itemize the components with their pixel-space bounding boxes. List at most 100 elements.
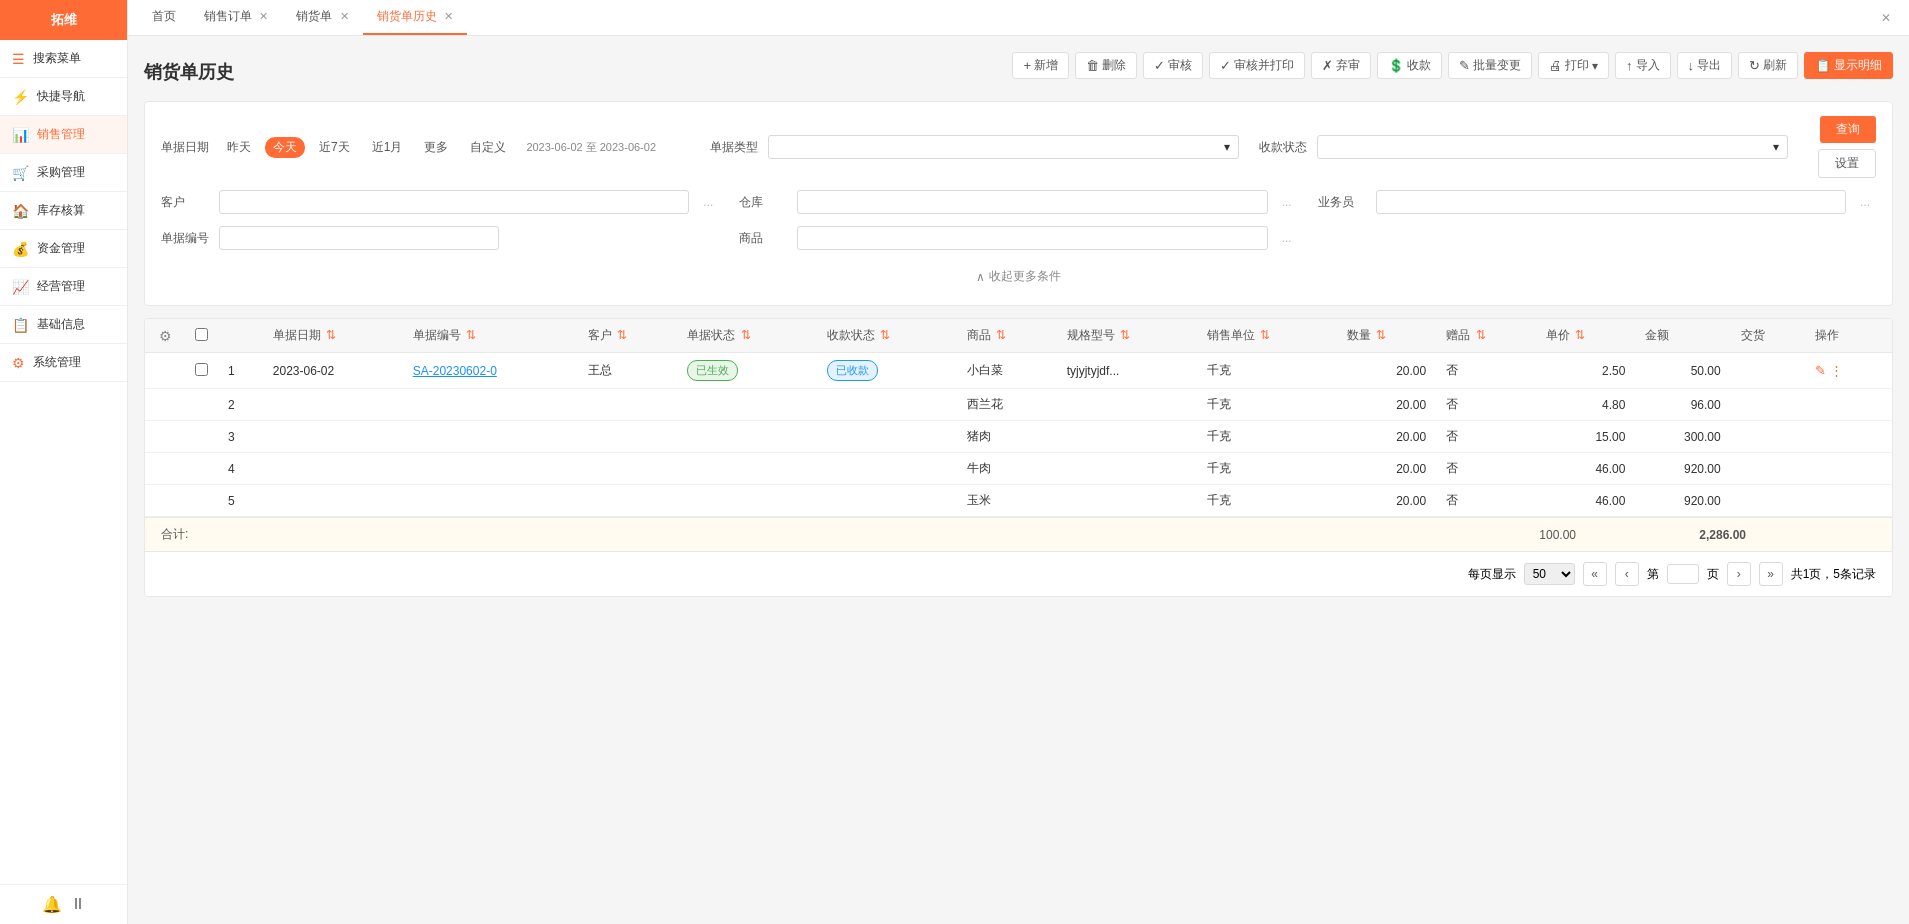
col-goods[interactable]: 商品 ⇅ [957,319,1057,353]
row-doc-date [263,485,403,517]
edit-btn[interactable]: ✎ [1815,363,1826,378]
data-table: ⚙ 单据日期 ⇅ 单据编号 ⇅ [144,318,1893,597]
warehouse-dots[interactable]: ... [1276,193,1298,211]
first-page-button[interactable]: « [1583,562,1607,586]
tab-close-sales-goods[interactable]: ✕ [340,10,349,22]
sort-unit-icon: ⇅ [1260,328,1270,342]
prev-page-button[interactable]: ‹ [1615,562,1639,586]
salesperson-input[interactable] [1376,190,1846,214]
tab-close-sales-order[interactable]: ✕ [259,10,268,22]
row-no: 2 [218,389,263,421]
export-button[interactable]: ↓ 导出 [1677,52,1733,79]
sidebar-item-stock-calc[interactable]: 🏠 库存核算 [0,192,127,230]
next-page-button[interactable]: › [1727,562,1751,586]
row-checkbox[interactable] [185,485,218,517]
row-trade [1731,389,1805,421]
tab-bar: 首页 销售订单 ✕ 销货单 ✕ 销货单历史 ✕ ✕ [128,0,1909,36]
abandon-icon: ✗ [1322,58,1333,73]
audit-button[interactable]: ✓ 审核 [1143,52,1203,79]
col-unit[interactable]: 销售单位 ⇅ [1197,319,1337,353]
sidebar-item-basic-info[interactable]: 📋 基础信息 [0,306,127,344]
row-quantity: 20.00 [1337,485,1437,517]
batch-change-button[interactable]: ✎ 批量变更 [1448,52,1532,79]
sidebar-item-sys-mgmt[interactable]: ⚙ 系统管理 [0,344,127,382]
row-checkbox[interactable] [185,389,218,421]
select-all-checkbox[interactable] [195,328,208,341]
sidebar-item-purchase-mgmt[interactable]: 🛒 采购管理 [0,154,127,192]
abandon-button[interactable]: ✗ 弃审 [1311,52,1371,79]
add-button[interactable]: + 新增 [1012,52,1069,79]
row-checkbox[interactable] [185,453,218,485]
print-button[interactable]: 🖨 打印 ▾ [1538,52,1609,79]
tab-sales-goods[interactable]: 销货单 ✕ [282,0,362,35]
warehouse-input[interactable] [797,190,1267,214]
sidebar-item-label: 搜索菜单 [33,50,81,67]
import-button[interactable]: ↑ 导入 [1615,52,1671,79]
doc-no-link[interactable]: SA-20230602-0 [413,364,497,378]
col-settings[interactable]: ⚙ [145,319,185,353]
col-quantity[interactable]: 数量 ⇅ [1337,319,1437,353]
row-checkbox[interactable] [185,353,218,389]
sidebar-item-fund-mgmt[interactable]: 💰 资金管理 [0,230,127,268]
receive-button[interactable]: 💲 收款 [1377,52,1442,79]
sidebar-item-ops-mgmt[interactable]: 📈 经营管理 [0,268,127,306]
customer-dots[interactable]: ... [697,193,719,211]
tab-close-all[interactable]: ✕ [1873,7,1899,29]
col-doc-date[interactable]: 单据日期 ⇅ [263,319,403,353]
col-unit-price[interactable]: 单价 ⇅ [1536,319,1636,353]
date-more[interactable]: 更多 [416,137,456,158]
search-menu-icon: ☰ [12,51,25,67]
sidebar-item-sales-mgmt[interactable]: 📊 销售管理 [0,116,127,154]
col-doc-status[interactable]: 单据状态 ⇅ [677,319,817,353]
row-checkbox[interactable] [185,421,218,453]
col-gift[interactable]: 赠品 ⇅ [1436,319,1536,353]
row-payment-status [817,453,957,485]
sidebar-item-quick-nav[interactable]: ⚡ 快捷导航 [0,78,127,116]
gear-icon[interactable]: ⚙ [159,328,172,344]
settings-button[interactable]: 设置 [1818,149,1876,178]
tab-home[interactable]: 首页 [138,0,190,35]
table-header-row: ⚙ 单据日期 ⇅ 单据编号 ⇅ [145,319,1892,353]
row-gift: 否 [1436,421,1536,453]
sidebar: 拓维 ☰ 搜索菜单 ⚡ 快捷导航 📊 销售管理 🛒 采购管理 🏠 库存核算 💰 … [0,0,128,924]
goods-dots[interactable]: ... [1276,229,1298,247]
col-customer[interactable]: 客户 ⇅ [578,319,678,353]
page-input[interactable]: 1 [1667,564,1699,584]
date-1month[interactable]: 近1月 [364,137,411,158]
date-custom[interactable]: 自定义 [462,137,514,158]
show-detail-button[interactable]: 📋 显示明细 [1804,52,1893,79]
last-page-button[interactable]: » [1759,562,1783,586]
row-unit: 千克 [1197,353,1337,389]
add-icon: + [1023,58,1031,73]
salesperson-dots[interactable]: ... [1854,193,1876,211]
query-button[interactable]: 查询 [1820,116,1876,143]
tab-close-sales-history[interactable]: ✕ [444,10,453,22]
col-payment-status[interactable]: 收款状态 ⇅ [817,319,957,353]
tab-sales-history[interactable]: 销货单历史 ✕ [363,0,467,35]
customer-input[interactable] [219,190,689,214]
audit-print-button[interactable]: ✓ 审核并打印 [1209,52,1305,79]
notification-icon[interactable]: 🔔 [42,895,62,914]
per-page-select[interactable]: 50 100 200 [1524,563,1575,585]
goods-input[interactable] [797,226,1267,250]
row-unit: 千克 [1197,421,1337,453]
more-btn[interactable]: ⋮ [1830,363,1843,378]
refresh-button[interactable]: ↻ 刷新 [1738,52,1798,79]
collapse-button[interactable]: ∧ 收起更多条件 [161,262,1876,291]
col-spec[interactable]: 规格型号 ⇅ [1057,319,1197,353]
date-yesterday[interactable]: 昨天 [219,137,259,158]
pause-icon[interactable]: ⏸ [70,895,86,914]
date-today[interactable]: 今天 [265,137,305,158]
sidebar-item-search-menu[interactable]: ☰ 搜索菜单 [0,40,127,78]
tab-sales-order[interactable]: 销售订单 ✕ [190,0,282,35]
delete-button[interactable]: 🗑 删除 [1075,52,1137,79]
payment-select[interactable]: ▾ [1317,135,1788,159]
type-select[interactable]: ▾ [768,135,1239,159]
basic-icon: 📋 [12,317,29,333]
date-7days[interactable]: 近7天 [311,137,358,158]
col-action: 操作 [1805,319,1892,353]
row-quantity: 20.00 [1337,389,1437,421]
col-doc-no[interactable]: 单据编号 ⇅ [403,319,578,353]
page-header: 销货单历史 + 新增 🗑 删除 ✓ 审核 ✓ 审核并打印 [144,52,1893,91]
docno-input[interactable] [219,226,499,250]
